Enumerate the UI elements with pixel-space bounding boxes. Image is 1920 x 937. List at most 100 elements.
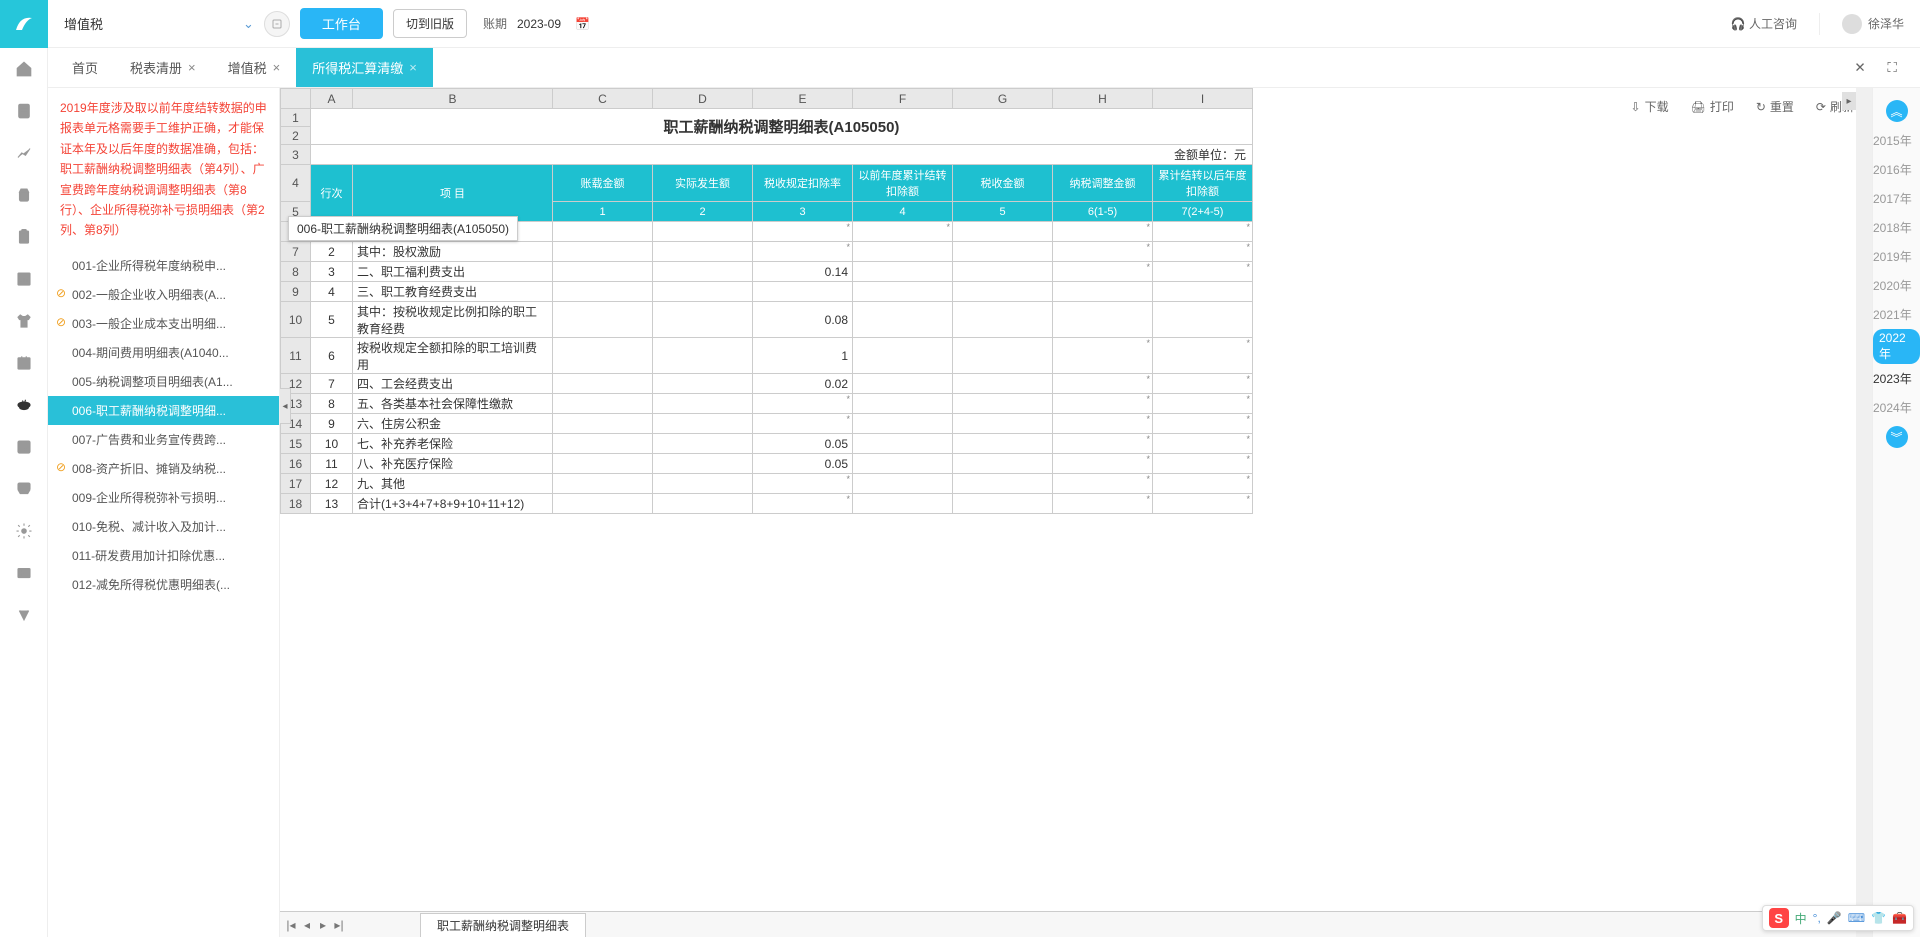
ime-toolbox-icon[interactable]: 🧰 — [1892, 911, 1907, 925]
sheet-tab[interactable]: 职工薪酬纳税调整明细表 — [420, 913, 586, 937]
year-2023年[interactable]: 2023年 — [1873, 364, 1920, 393]
row-item[interactable]: 六、住房公积金 — [353, 414, 553, 434]
form-item-4[interactable]: 005-纳税调整项目明细表(A1... — [48, 367, 279, 396]
tab-label: 税表清册 — [130, 58, 182, 77]
row-item[interactable]: 七、补充养老保险 — [353, 434, 553, 454]
col-header[interactable]: 账载金额 — [553, 165, 653, 202]
form-item-3[interactable]: 004-期间费用明细表(A1040... — [48, 338, 279, 367]
nav-report-icon[interactable] — [0, 258, 48, 300]
col-header[interactable]: 税收规定扣除率 — [753, 165, 853, 202]
nav-bowl-icon[interactable] — [0, 384, 48, 426]
ime-skin-icon[interactable]: 👕 — [1871, 911, 1886, 925]
col-header[interactable]: 纳税调整金额 — [1053, 165, 1153, 202]
sheet-footer: |◂ ◂ ▸ ▸| 职工薪酬纳税调整明细表 ⁞ ◂ — [280, 911, 1856, 937]
nav-home-icon[interactable] — [0, 48, 48, 90]
year-2019年[interactable]: 2019年 — [1873, 242, 1920, 271]
tab-3[interactable]: 所得税汇算清缴× — [296, 48, 433, 87]
nav-shirt-icon[interactable] — [0, 300, 48, 342]
row-item[interactable]: 三、职工教育经费支出 — [353, 282, 553, 302]
row-item[interactable]: 二、职工福利费支出 — [353, 262, 553, 282]
row-item[interactable]: 八、补充医疗保险 — [353, 454, 553, 474]
calendar-icon[interactable]: 📅 — [575, 17, 590, 31]
year-scroll-up[interactable]: ︽ — [1886, 100, 1908, 122]
nav-first[interactable]: |◂ — [284, 918, 298, 932]
nav-prev[interactable]: ◂ — [300, 918, 314, 932]
form-item-2[interactable]: 003-一般企业成本支出明细... — [48, 309, 279, 338]
collapse-panel-handle[interactable]: ◂ — [280, 388, 291, 424]
notice-text: 2019年度涉及取以前年度结转数据的申报表单元格需要手工维护正确，才能保证本年及… — [60, 98, 267, 241]
form-item-11[interactable]: 012-减免所得税优惠明细表(... — [48, 570, 279, 599]
year-scroll-down[interactable]: ︾ — [1886, 426, 1908, 448]
app-logo[interactable] — [0, 0, 48, 48]
form-item-1[interactable]: 002-一般企业收入明细表(A... — [48, 280, 279, 309]
close-icon[interactable]: × — [409, 60, 417, 75]
tab-1[interactable]: 税表清册 × — [114, 48, 212, 87]
col-header[interactable]: 项 目 — [353, 165, 553, 222]
nav-clipboard-icon[interactable] — [0, 216, 48, 258]
col-header[interactable]: 行次 — [311, 165, 353, 222]
nav-next[interactable]: ▸ — [316, 918, 330, 932]
old-version-button[interactable]: 切到旧版 — [393, 9, 467, 38]
ime-toolbar[interactable]: S 中 °, 🎤 ⌨ 👕 🧰 — [1762, 905, 1914, 931]
period-value[interactable]: 2023-09 — [517, 17, 561, 31]
row-item[interactable]: 按税收规定全额扣除的职工培训费用 — [353, 338, 553, 374]
close-icon[interactable]: × — [188, 60, 196, 75]
form-item-10[interactable]: 011-研发费用加计扣除优惠... — [48, 541, 279, 570]
tax-type-selector[interactable]: 增值税 ⌄ — [64, 14, 254, 33]
col-header[interactable]: 税收金额 — [953, 165, 1053, 202]
year-2022年[interactable]: 2022年 — [1873, 329, 1920, 364]
spreadsheet[interactable]: ABCDEFGHI1职工薪酬纳税调整明细表(A105050)23金额单位：元4行… — [280, 88, 1253, 514]
ime-punct-icon[interactable]: °, — [1813, 911, 1821, 925]
nav-gear-icon[interactable] — [0, 510, 48, 552]
vertical-scrollbar[interactable] — [1856, 88, 1872, 937]
ime-lang[interactable]: 中 — [1795, 910, 1807, 927]
nav-last[interactable]: ▸| — [332, 918, 346, 932]
form-item-5[interactable]: 006-职工薪酬纳税调整明细... — [48, 396, 279, 425]
close-all-tabs[interactable]: ✕ — [1848, 56, 1872, 80]
sheet-scroll-right-edge[interactable]: ▸ — [1842, 92, 1856, 110]
form-item-7[interactable]: 008-资产折旧、摊销及纳税... — [48, 454, 279, 483]
col-header[interactable]: 实际发生额 — [653, 165, 753, 202]
col-header[interactable]: 累计结转以后年度扣除额 — [1153, 165, 1253, 202]
nav-inbox-icon[interactable] — [0, 468, 48, 510]
nav-doc-icon[interactable] — [0, 90, 48, 132]
nav-video-icon[interactable] — [0, 552, 48, 594]
col-header[interactable]: 以前年度累计结转扣除额 — [853, 165, 953, 202]
sheet-title[interactable]: 职工薪酬纳税调整明细表(A105050) — [311, 109, 1253, 145]
ime-mic-icon[interactable]: 🎤 — [1827, 911, 1842, 925]
nav-calendar-icon[interactable] — [0, 342, 48, 384]
year-2024年[interactable]: 2024年 — [1873, 393, 1920, 422]
nav-chart-icon[interactable] — [0, 132, 48, 174]
user-menu[interactable]: 徐泽华 — [1842, 14, 1904, 34]
year-2021年[interactable]: 2021年 — [1873, 300, 1920, 329]
form-item-0[interactable]: 001-企业所得税年度纳税申... — [48, 251, 279, 280]
close-icon[interactable]: × — [273, 60, 281, 75]
row-item[interactable]: 合计(1+3+4+7+8+9+10+11+12) — [353, 494, 553, 514]
row-item[interactable]: 九、其他 — [353, 474, 553, 494]
tabbar: 首页税表清册×增值税×所得税汇算清缴× ✕ ⛶ — [48, 48, 1920, 88]
year-2020年[interactable]: 2020年 — [1873, 271, 1920, 300]
nav-transfer-icon[interactable] — [0, 426, 48, 468]
workspace-button[interactable]: 工作台 — [300, 8, 383, 39]
unit-label[interactable]: 金额单位：元 — [311, 145, 1253, 165]
tab-0[interactable]: 首页 — [56, 48, 114, 87]
year-2016年[interactable]: 2016年 — [1873, 155, 1920, 184]
form-item-8[interactable]: 009-企业所得税弥补亏损明... — [48, 483, 279, 512]
ime-keyboard-icon[interactable]: ⌨ — [1848, 911, 1865, 925]
row-item[interactable]: 四、工会经费支出 — [353, 374, 553, 394]
row-item[interactable]: 五、各类基本社会保障性缴款 — [353, 394, 553, 414]
nav-money-icon[interactable] — [0, 174, 48, 216]
year-2015年[interactable]: 2015年 — [1873, 126, 1920, 155]
row-item[interactable]: 其中：股权激励 — [353, 242, 553, 262]
row-item[interactable]: 其中：按税收规定比例扣除的职工教育经费 — [353, 302, 553, 338]
consult-link[interactable]: 🎧 人工咨询 — [1731, 15, 1797, 32]
form-item-6[interactable]: 007-广告费和业务宣传费跨... — [48, 425, 279, 454]
tab-2[interactable]: 增值税× — [212, 48, 297, 87]
year-2018年[interactable]: 2018年 — [1873, 213, 1920, 242]
year-2017年[interactable]: 2017年 — [1873, 184, 1920, 213]
lock-toggle[interactable] — [264, 11, 290, 37]
fullscreen-toggle[interactable]: ⛶ — [1880, 56, 1904, 80]
avatar — [1842, 14, 1862, 34]
form-item-9[interactable]: 010-免税、减计收入及加计... — [48, 512, 279, 541]
nav-v-icon[interactable] — [0, 594, 48, 636]
